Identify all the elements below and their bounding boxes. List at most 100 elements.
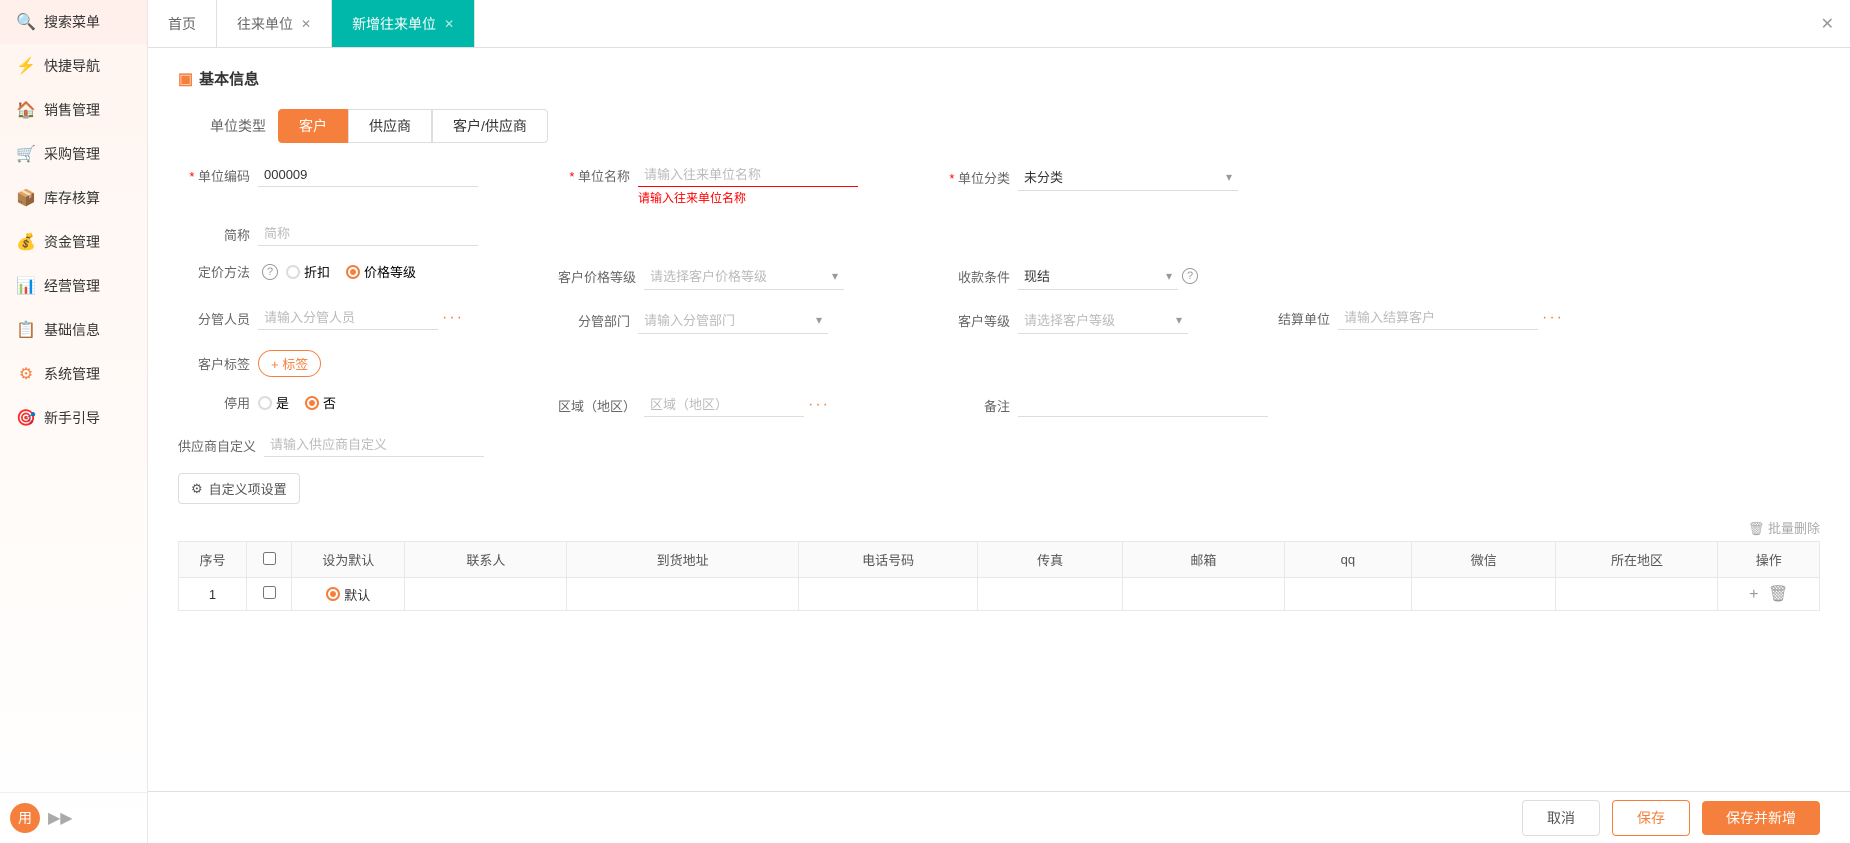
department-label: 分管部门	[558, 311, 638, 330]
col-fax: 传真	[978, 542, 1123, 578]
sidebar-item-guide[interactable]: 🎯 新手引导	[0, 396, 147, 440]
customer-price-select[interactable]: 请选择客户价格等级 ▾	[644, 262, 844, 290]
col-index: 序号	[179, 542, 247, 578]
batch-delete-btn[interactable]: 🗑 批量删除	[178, 518, 1820, 537]
unit-type-label: 单位类型	[178, 116, 278, 136]
box-icon: 📦	[16, 188, 36, 208]
supplier-custom-input[interactable]	[264, 433, 484, 457]
disabled-label: 停用	[178, 393, 258, 412]
sidebar-item-sales[interactable]: 🏠 销售管理	[0, 88, 147, 132]
region-dots-icon[interactable]: ···	[804, 396, 834, 414]
row-add-btn[interactable]: +	[1746, 586, 1761, 604]
row-region-input[interactable]	[1597, 587, 1677, 602]
add-tag-label: + 标签	[271, 354, 308, 373]
section-basic-info: ▣ 基本信息	[178, 68, 1820, 89]
contacts-table: 序号 设为默认 联系人 到货地址 电话号码 传真 邮箱 qq 微信 所在地区 操…	[178, 541, 1820, 611]
row-fax	[978, 578, 1123, 611]
unit-name-label: 单位名称	[558, 166, 638, 185]
col-wechat: 微信	[1411, 542, 1556, 578]
cancel-button[interactable]: 取消	[1522, 800, 1600, 836]
wechat-input[interactable]	[1449, 587, 1519, 602]
sidebar-item-label: 库存核算	[44, 188, 100, 208]
qq-input[interactable]	[1318, 587, 1378, 602]
disabled-yes[interactable]: 是	[258, 393, 289, 412]
disabled-radio-group: 是 否	[258, 393, 336, 412]
phone-input[interactable]	[843, 587, 933, 602]
supplier-custom-field: 供应商自定义	[178, 433, 558, 457]
tab-partner[interactable]: 往来单位 ✕	[217, 0, 332, 47]
unit-type-supplier[interactable]: 供应商	[348, 109, 432, 143]
row-checkbox[interactable]	[263, 586, 276, 599]
sidebar-item-basic-info[interactable]: 📋 基础信息	[0, 308, 147, 352]
settlement-input[interactable]	[1338, 306, 1538, 330]
email-input[interactable]	[1163, 587, 1243, 602]
sidebar-item-search[interactable]: 🔍 搜索菜单	[0, 0, 147, 44]
customer-level-field: 客户等级 请选择客户等级 ▾	[938, 306, 1258, 334]
settlement-dots-icon[interactable]: ···	[1538, 309, 1568, 327]
contact-input[interactable]	[446, 587, 526, 602]
pricing-help-icon[interactable]: ?	[262, 264, 278, 280]
main-close-btn[interactable]: ✕	[1805, 0, 1850, 47]
disabled-no[interactable]: 否	[305, 393, 336, 412]
sidebar-item-operations[interactable]: 📊 经营管理	[0, 264, 147, 308]
sidebar-item-inventory[interactable]: 📦 库存核算	[0, 176, 147, 220]
lightning-icon: ⚡	[16, 56, 36, 76]
form-row-manager: 分管人员 ··· 分管部门 请输入分管部门 ▾ 客户等级 请选择客户等级 ▾ 结…	[178, 306, 1820, 334]
radio-default-circle	[326, 587, 340, 601]
chevron-down-icon2: ▾	[832, 269, 838, 283]
row-delete-btn[interactable]: 🗑	[1765, 584, 1791, 604]
pricing-price-level[interactable]: 价格等级	[346, 262, 416, 281]
tab-home[interactable]: 首页	[148, 0, 217, 47]
form-row-disabled: 停用 是 否 区域（地区） ··· 备注	[178, 393, 1820, 417]
unit-name-field: 单位名称	[558, 163, 938, 187]
region-input[interactable]	[644, 393, 804, 417]
sidebar-item-system[interactable]: ⚙ 系统管理	[0, 352, 147, 396]
pricing-method-label: 定价方法	[178, 262, 258, 281]
payment-help-icon[interactable]: ?	[1182, 268, 1198, 284]
sidebar-item-quick-nav[interactable]: ⚡ 快捷导航	[0, 44, 147, 88]
batch-delete-icon: 🗑	[1748, 521, 1765, 536]
custom-settings-label: 自定义项设置	[209, 479, 287, 498]
custom-settings-button[interactable]: ⚙ 自定义项设置	[178, 473, 300, 504]
unit-category-label: 单位分类	[938, 168, 1018, 187]
sidebar-item-finance[interactable]: 💰 资金管理	[0, 220, 147, 264]
remarks-label: 备注	[938, 396, 1018, 415]
tab-new-partner-close[interactable]: ✕	[444, 17, 454, 31]
remarks-input[interactable]	[1018, 393, 1268, 417]
unit-name-input[interactable]	[638, 163, 858, 187]
pricing-discount[interactable]: 折扣	[286, 262, 330, 281]
short-name-input[interactable]	[258, 222, 478, 246]
payment-terms-select[interactable]: 现结 ▾	[1018, 262, 1178, 290]
row-contact	[405, 578, 567, 611]
save-new-button[interactable]: 保存并新增	[1702, 801, 1820, 835]
sidebar-item-label: 系统管理	[44, 364, 100, 384]
info-icon: ▣	[178, 69, 193, 89]
unit-type-both[interactable]: 客户/供应商	[432, 109, 548, 143]
target-icon: 🎯	[16, 408, 36, 428]
table-row: 1 默认	[179, 578, 1820, 611]
region-field: 区域（地区） ···	[558, 393, 938, 417]
sidebar-expand-icon[interactable]: ▶▶	[48, 808, 73, 828]
sidebar-item-purchase[interactable]: 🛒 采购管理	[0, 132, 147, 176]
fax-input[interactable]	[1015, 587, 1085, 602]
row-region	[1556, 578, 1718, 611]
department-select[interactable]: 请输入分管部门 ▾	[638, 306, 828, 334]
row-default-radio[interactable]: 默认	[298, 585, 398, 604]
unit-type-customer[interactable]: 客户	[278, 109, 348, 143]
unit-code-input[interactable]	[258, 163, 478, 187]
sidebar: 🔍 搜索菜单 ⚡ 快捷导航 🏠 销售管理 🛒 采购管理 📦 库存核算 💰 资金管…	[0, 0, 148, 843]
save-button[interactable]: 保存	[1612, 800, 1690, 836]
disabled-field: 停用 是 否	[178, 393, 558, 412]
manager-input[interactable]	[258, 306, 438, 330]
select-all-checkbox[interactable]	[263, 552, 276, 565]
tab-new-partner[interactable]: 新增往来单位 ✕	[332, 0, 475, 47]
manager-dots-icon[interactable]: ···	[438, 309, 468, 327]
unit-category-field: 单位分类 未分类 ▾	[938, 163, 1318, 191]
main-content: 首页 往来单位 ✕ 新增往来单位 ✕ ✕ ▣ 基本信息 单位类型 客户 供应商 …	[148, 0, 1850, 843]
address-input[interactable]	[623, 587, 743, 602]
short-name-field: 简称	[178, 222, 558, 246]
add-tag-button[interactable]: + 标签	[258, 350, 321, 377]
customer-level-select[interactable]: 请选择客户等级 ▾	[1018, 306, 1188, 334]
unit-category-select[interactable]: 未分类 ▾	[1018, 163, 1238, 191]
tab-partner-close[interactable]: ✕	[301, 17, 311, 31]
